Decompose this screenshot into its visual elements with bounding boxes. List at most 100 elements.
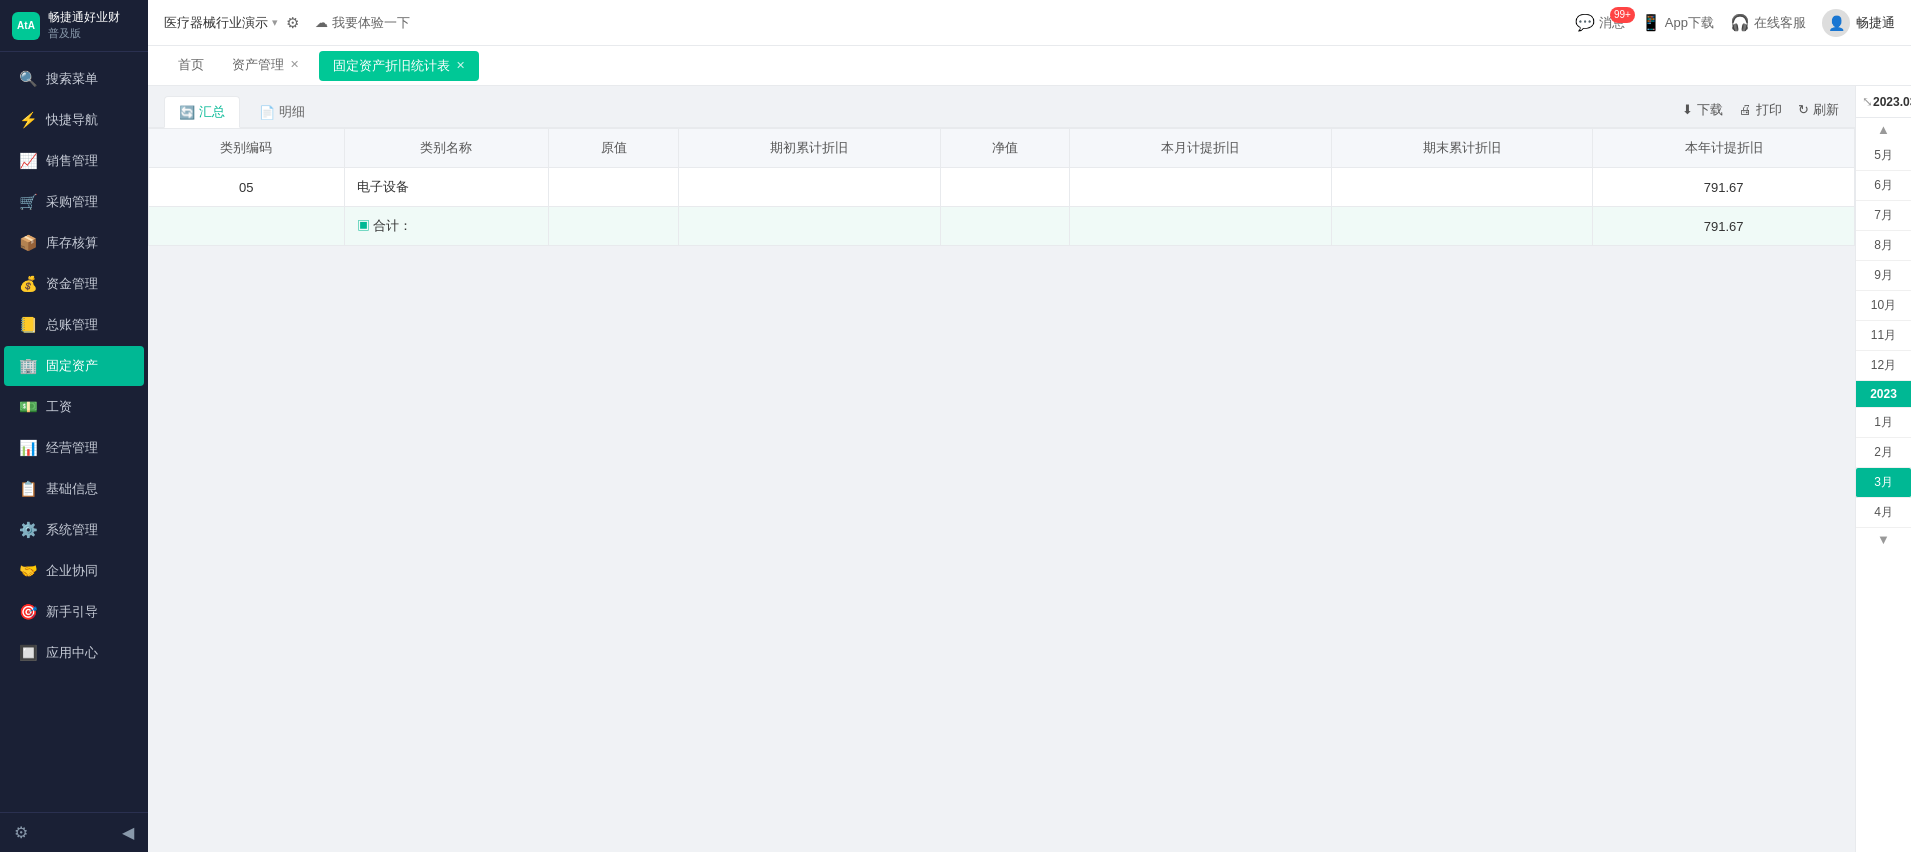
sidebar-item-payroll[interactable]: 💵 工资 [4,387,144,427]
date-panel-header: 2023.03 [1873,95,1911,109]
sidebar-item-label: 搜索菜单 [46,70,98,88]
cell-closing-depr [1331,168,1593,207]
tab-depreciation-close[interactable]: ✕ [456,59,465,72]
tab-asset-mgmt-close[interactable]: ✕ [290,58,299,71]
total-monthly-depr [1070,207,1332,246]
sidebar-item-ops[interactable]: 📊 经营管理 [4,428,144,468]
tab-depreciation[interactable]: 固定资产折旧统计表 ✕ [319,51,479,81]
payroll-icon: 💵 [18,397,38,417]
sidebar-item-finance[interactable]: 💰 资金管理 [4,264,144,304]
topbar-cloud[interactable]: ☁ 我要体验一下 [315,14,410,32]
tabbar: 首页 资产管理 ✕ 固定资产折旧统计表 ✕ [148,46,1911,86]
tab-asset-mgmt-label: 资产管理 [232,56,284,74]
col-annual-depr: 本年计提折旧 [1593,129,1855,168]
print-btn[interactable]: 🖨 打印 [1739,101,1782,119]
topbar: 医疗器械行业演示 ▾ ⚙ ☁ 我要体验一下 💬 消息 99+ 📱 App下载 🎧… [148,0,1911,46]
date-panel-expand-icon[interactable]: ⤡ [1862,94,1873,109]
date-item-mar[interactable]: 3月 [1856,468,1911,498]
print-icon: 🖨 [1739,102,1752,117]
date-item-7[interactable]: 7月 [1856,201,1911,231]
refresh-btn[interactable]: ↻ 刷新 [1798,101,1839,119]
sidebar-item-sys-mgmt[interactable]: ⚙️ 系统管理 [4,510,144,550]
sidebar-item-app-center[interactable]: 🔲 应用中心 [4,633,144,673]
sales-icon: 📈 [18,151,38,171]
total-label: ▣ 合计： [344,207,549,246]
topbar-right: 💬 消息 99+ 📱 App下载 🎧 在线客服 👤 畅捷通 [1575,9,1895,37]
collapse-icon[interactable]: ◀ [122,823,134,842]
date-item-8[interactable]: 8月 [1856,231,1911,261]
sidebar-item-purchase[interactable]: 🛒 采购管理 [4,182,144,222]
company-name: 医疗器械行业演示 [164,14,268,32]
user-menu[interactable]: 👤 畅捷通 [1822,9,1895,37]
sidebar-item-fixed-assets[interactable]: 🏢 固定资产 [4,346,144,386]
finance-icon: 💰 [18,274,38,294]
search-icon: 🔍 [18,69,38,89]
date-panel-nav-up[interactable]: ▲ [1856,118,1911,141]
sidebar-item-guide[interactable]: 🎯 新手引导 [4,592,144,632]
refresh-icon: ↻ [1798,102,1809,117]
logo-title: 畅捷通好业财 [48,10,120,26]
sidebar-item-label: 企业协同 [46,562,98,580]
date-item-jan[interactable]: 1月 [1856,408,1911,438]
company-arrow-icon: ▾ [272,16,278,29]
cell-code: 05 [149,168,345,207]
total-empty [149,207,345,246]
col-opening-depr: 期初累计折旧 [678,129,940,168]
download-label: 下载 [1697,101,1723,119]
tab-home-label: 首页 [178,56,204,74]
date-panel: ⤡ 2023.03 ✕ ▲ 5月 6月 7月 8月 9月 10月 11月 12月… [1855,86,1911,852]
sidebar-item-quick-nav[interactable]: ⚡ 快捷导航 [4,100,144,140]
notification-badge: 99+ [1610,7,1635,23]
sidebar-item-collab[interactable]: 🤝 企业协同 [4,551,144,591]
download-btn[interactable]: ⬇ 下载 [1682,101,1723,119]
sidebar-item-ledger[interactable]: 📒 总账管理 [4,305,144,345]
notification-icon: 💬 [1575,13,1595,32]
sidebar-item-base-info[interactable]: 📋 基础信息 [4,469,144,509]
avatar-icon: 👤 [1828,15,1845,31]
date-panel-nav-down[interactable]: ▼ [1856,528,1911,551]
settings-icon[interactable]: ⚙ [14,823,28,842]
subtab-summary-label: 汇总 [199,103,225,121]
notifications-btn[interactable]: 💬 消息 99+ [1575,13,1625,32]
date-item-5[interactable]: 5月 [1856,141,1911,171]
tab-home[interactable]: 首页 [164,48,218,84]
tab-asset-mgmt[interactable]: 资产管理 ✕ [218,48,313,84]
subtab-summary[interactable]: 🔄 汇总 [164,96,240,128]
app-center-icon: 🔲 [18,643,38,663]
date-item-12[interactable]: 12月 [1856,351,1911,381]
purchase-icon: 🛒 [18,192,38,212]
company-selector[interactable]: 医疗器械行业演示 ▾ [164,14,278,32]
app-download-btn[interactable]: 📱 App下载 [1641,13,1714,32]
topbar-gear-icon[interactable]: ⚙ [286,14,299,32]
sidebar-logo: AtA 畅捷通好业财 普及版 [0,0,148,52]
sidebar-item-search[interactable]: 🔍 搜索菜单 [4,59,144,99]
sidebar-item-label: 基础信息 [46,480,98,498]
date-item-apr[interactable]: 4月 [1856,498,1911,528]
ledger-icon: 📒 [18,315,38,335]
sidebar-item-label: 应用中心 [46,644,98,662]
sidebar-bottom: ⚙ ◀ [0,812,148,852]
subtab-detail[interactable]: 📄 明细 [244,96,320,127]
total-annual-depr: 791.67 [1593,207,1855,246]
date-item-6[interactable]: 6月 [1856,171,1911,201]
sidebar-item-sales[interactable]: 📈 销售管理 [4,141,144,181]
sidebar-item-label: 系统管理 [46,521,98,539]
cloud-text: 我要体验一下 [332,14,410,32]
ops-icon: 📊 [18,438,38,458]
date-item-10[interactable]: 10月 [1856,291,1911,321]
logo-abbr: AtA [17,20,35,31]
date-item-feb[interactable]: 2月 [1856,438,1911,468]
base-info-icon: 📋 [18,479,38,499]
sidebar-item-inventory[interactable]: 📦 库存核算 [4,223,144,263]
date-item-11[interactable]: 11月 [1856,321,1911,351]
print-label: 打印 [1756,101,1782,119]
sidebar-item-label: 快捷导航 [46,111,98,129]
date-year-2023[interactable]: 2023 [1856,381,1911,408]
sidebar: AtA 畅捷通好业财 普及版 🔍 搜索菜单 ⚡ 快捷导航 📈 销售管理 🛒 采购… [0,0,148,852]
cell-original [549,168,679,207]
total-label-text: 合计： [373,218,412,233]
online-service-btn[interactable]: 🎧 在线客服 [1730,13,1806,32]
sidebar-item-label: 销售管理 [46,152,98,170]
date-item-9[interactable]: 9月 [1856,261,1911,291]
subtab-bar: 🔄 汇总 📄 明细 ⬇ 下载 🖨 打印 [148,86,1855,128]
